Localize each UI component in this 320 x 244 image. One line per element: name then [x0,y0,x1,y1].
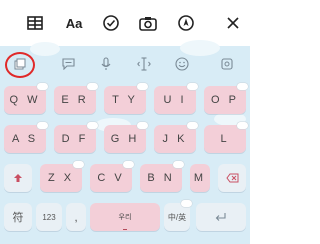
key-jk[interactable]: J K [154,122,198,153]
key-label: 中/英 [167,212,187,222]
key-bn[interactable]: B N [140,161,184,192]
microphone-icon[interactable] [97,55,115,73]
table-icon[interactable] [24,12,46,34]
key-as[interactable]: A S [4,122,48,153]
key-ty[interactable]: T Y [104,83,148,114]
key-label: Z X [47,172,75,184]
key-label: B N [147,172,175,184]
delete-key[interactable] [218,164,246,192]
key-gh[interactable]: G H [104,122,148,153]
key-label: C V [97,172,125,184]
key-label: D F [61,133,89,145]
language-switch-key[interactable]: 中/英 [164,200,192,231]
key-label: O P [211,94,239,106]
key-cv[interactable]: C V [90,161,134,192]
key-m[interactable]: M [190,164,210,192]
symbols-key[interactable]: 符 [4,203,32,231]
backspace-icon [225,173,238,183]
chat-icon[interactable] [59,55,77,73]
key-label: T Y [112,94,138,106]
key-label: , [74,210,78,224]
key-label: G H [110,133,140,145]
punctuation-key[interactable]: , [66,203,86,231]
key-df[interactable]: D F [54,122,98,153]
suggestion-bar [0,46,250,82]
key-qw[interactable]: Q W [4,83,48,114]
return-icon [215,213,226,221]
settings-icon[interactable] [218,55,236,73]
shift-key[interactable] [4,164,32,192]
key-l[interactable]: L [204,122,248,153]
keyboard: Q W E R T Y U I O P A S D F G H J K L Z … [0,40,250,244]
emoji-icon[interactable] [173,55,191,73]
keyboard-toggle-icon[interactable] [11,55,29,73]
enter-key[interactable] [196,203,246,231]
compass-icon[interactable] [175,12,197,34]
text-format-icon[interactable]: Aa [63,12,85,34]
key-er[interactable]: E R [54,83,98,114]
key-label: A S [11,133,39,145]
text-format-label: Aa [65,15,83,31]
shift-icon [14,174,22,182]
key-label: 123 [42,212,56,222]
key-op[interactable]: O P [204,83,248,114]
space-key[interactable]: 우리 [90,203,160,231]
text-cursor-icon[interactable] [135,55,153,73]
key-label: M [193,172,207,184]
key-label: U I [163,94,187,106]
key-ui[interactable]: U I [154,83,198,114]
close-icon[interactable] [222,12,244,34]
key-label: L [220,133,230,145]
key-label: E R [61,94,89,106]
key-zx[interactable]: Z X [40,161,84,192]
key-label: 符 [12,212,24,224]
numbers-key[interactable]: 123 [36,203,62,231]
key-label: 우리 [118,214,132,221]
camera-icon[interactable] [137,12,159,34]
key-label: J K [162,133,188,145]
key-label: Q W [9,94,41,106]
keyboard-toolbar: Aa [0,0,250,46]
checkmark-icon[interactable] [100,12,122,34]
